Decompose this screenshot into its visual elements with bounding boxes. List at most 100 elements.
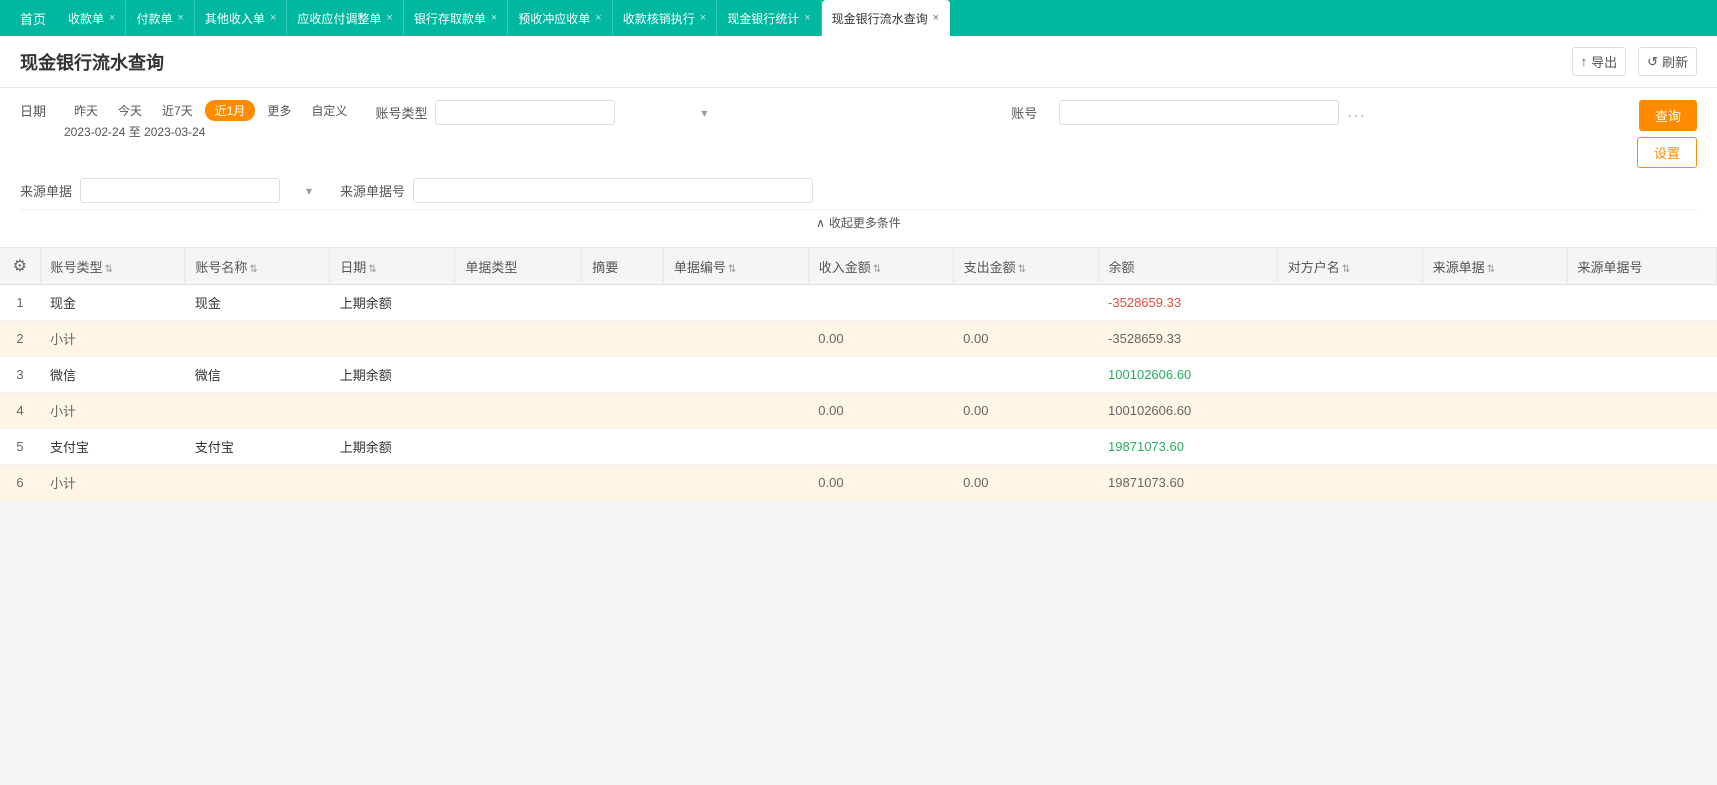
cell-account-name: 现金 bbox=[185, 285, 330, 321]
cell-doc-type bbox=[455, 465, 582, 501]
col-date[interactable]: 日期⇅ bbox=[330, 248, 455, 285]
close-icon[interactable]: × bbox=[109, 12, 115, 24]
export-icon: ↑ bbox=[1581, 54, 1588, 69]
nav-tab-shoukuanhexa[interactable]: 收款核销执行 × bbox=[613, 0, 717, 36]
date-opt-yesterday[interactable]: 昨天 bbox=[66, 100, 106, 121]
cell-date bbox=[330, 393, 455, 429]
nav-tab-yinhang[interactable]: 银行存取款单 × bbox=[404, 0, 508, 36]
cell-doc-type bbox=[455, 285, 582, 321]
date-opt-today[interactable]: 今天 bbox=[110, 100, 150, 121]
date-opt-1month[interactable]: 近1月 bbox=[205, 100, 256, 121]
close-icon[interactable]: × bbox=[177, 12, 183, 24]
col-balance: 余额 bbox=[1098, 248, 1277, 285]
table-row[interactable]: 2 小计 0.00 0.00 -3528659.33 bbox=[0, 321, 1717, 357]
close-icon[interactable]: × bbox=[491, 12, 497, 24]
close-icon[interactable]: × bbox=[595, 12, 601, 24]
cell-balance: 19871073.60 bbox=[1098, 465, 1277, 501]
source-doc-select[interactable] bbox=[80, 178, 280, 203]
cell-expense: 0.00 bbox=[953, 321, 1098, 357]
date-opt-custom[interactable]: 自定义 bbox=[303, 100, 355, 121]
close-icon[interactable]: × bbox=[270, 12, 276, 24]
col-source-doc[interactable]: 来源单据⇅ bbox=[1422, 248, 1567, 285]
cell-source-doc bbox=[1422, 429, 1567, 465]
sort-icon: ⇅ bbox=[249, 264, 257, 275]
close-icon[interactable]: × bbox=[700, 12, 706, 24]
cell-expense bbox=[953, 429, 1098, 465]
close-icon[interactable]: × bbox=[933, 12, 939, 24]
table-row[interactable]: 4 小计 0.00 0.00 100102606.60 bbox=[0, 393, 1717, 429]
table-body: 1 现金 现金 上期余额 -3528659.33 2 小计 0.00 0.00 … bbox=[0, 285, 1717, 501]
refresh-button[interactable]: ↺ 刷新 bbox=[1638, 47, 1697, 76]
filter-section: 日期 昨天 今天 近7天 近1月 更多 自定义 2023-02-24 至 202… bbox=[0, 88, 1717, 248]
sort-icon: ⇅ bbox=[728, 264, 736, 275]
nav-tab-yingshou[interactable]: 应收应付调整单 × bbox=[287, 0, 403, 36]
cell-date: 上期余额 bbox=[330, 357, 455, 393]
col-source-doc-no: 来源单据号 bbox=[1567, 248, 1716, 285]
cell-summary bbox=[582, 321, 664, 357]
nav-tab-qitashouru[interactable]: 其他收入单 × bbox=[195, 0, 287, 36]
cell-expense bbox=[953, 285, 1098, 321]
close-icon[interactable]: × bbox=[386, 12, 392, 24]
col-doc-no[interactable]: 单据编号⇅ bbox=[663, 248, 808, 285]
date-range-display: 2023-02-24 至 2023-03-24 bbox=[64, 123, 355, 140]
cell-counterparty bbox=[1277, 393, 1422, 429]
account-type-label: 账号类型 bbox=[375, 103, 427, 122]
cell-source-doc-no bbox=[1567, 357, 1716, 393]
col-counterparty[interactable]: 对方户名⇅ bbox=[1277, 248, 1422, 285]
account-type-select[interactable] bbox=[435, 100, 615, 125]
account-input[interactable] bbox=[1059, 100, 1339, 125]
cell-source-doc-no bbox=[1567, 393, 1716, 429]
cell-counterparty bbox=[1277, 357, 1422, 393]
cell-income bbox=[808, 429, 953, 465]
nav-tab-xianjintongji[interactable]: 现金银行统计 × bbox=[717, 0, 821, 36]
cell-doc-no bbox=[663, 393, 808, 429]
table-row[interactable]: 5 支付宝 支付宝 上期余额 19871073.60 bbox=[0, 429, 1717, 465]
cell-source-doc bbox=[1422, 285, 1567, 321]
col-income[interactable]: 收入金额⇅ bbox=[808, 248, 953, 285]
cell-account-name bbox=[185, 393, 330, 429]
col-doc-type: 单据类型 bbox=[455, 248, 582, 285]
collapse-bar[interactable]: ∧ 收起更多条件 bbox=[20, 209, 1697, 235]
nav-home[interactable]: 首页 bbox=[8, 9, 58, 28]
date-opt-7days[interactable]: 近7天 bbox=[154, 100, 201, 121]
nav-tab-liushui[interactable]: 现金银行流水查询 × bbox=[822, 0, 950, 36]
cell-doc-no bbox=[663, 321, 808, 357]
cell-source-doc-no bbox=[1567, 429, 1716, 465]
cell-balance: 100102606.60 bbox=[1098, 393, 1277, 429]
cell-summary bbox=[582, 465, 664, 501]
col-account-name[interactable]: 账号名称⇅ bbox=[185, 248, 330, 285]
settings-button[interactable]: 设置 bbox=[1637, 137, 1697, 168]
cell-source-doc-no bbox=[1567, 285, 1716, 321]
col-gear[interactable]: ⚙ bbox=[0, 248, 40, 285]
gear-icon[interactable]: ⚙ bbox=[13, 258, 27, 275]
cell-source-doc bbox=[1422, 357, 1567, 393]
account-label: 账号 bbox=[1011, 103, 1051, 122]
export-button[interactable]: ↑ 导出 bbox=[1572, 47, 1627, 76]
cell-summary bbox=[582, 357, 664, 393]
cell-doc-no bbox=[663, 285, 808, 321]
table-row[interactable]: 3 微信 微信 上期余额 100102606.60 bbox=[0, 357, 1717, 393]
query-button[interactable]: 查询 bbox=[1639, 100, 1697, 131]
date-opt-more[interactable]: 更多 bbox=[259, 100, 299, 121]
cell-expense: 0.00 bbox=[953, 393, 1098, 429]
table-row[interactable]: 6 小计 0.00 0.00 19871073.60 bbox=[0, 465, 1717, 501]
sort-icon: ⇅ bbox=[1487, 264, 1495, 275]
col-account-type[interactable]: 账号类型⇅ bbox=[40, 248, 185, 285]
account-ellipsis[interactable]: ... bbox=[1347, 104, 1366, 122]
cell-balance: 19871073.60 bbox=[1098, 429, 1277, 465]
nav-tab-shoukuandan[interactable]: 收款单 × bbox=[58, 0, 126, 36]
table-container: ⚙ 账号类型⇅ 账号名称⇅ 日期⇅ 单据类型 摘要 单据编号⇅ 收入金额⇅ bbox=[0, 248, 1717, 501]
collapse-label: 收起更多条件 bbox=[829, 214, 901, 231]
cell-account-name bbox=[185, 321, 330, 357]
header-actions: ↑ 导出 ↺ 刷新 bbox=[1572, 47, 1697, 76]
close-icon[interactable]: × bbox=[804, 12, 810, 24]
cell-source-doc bbox=[1422, 321, 1567, 357]
nav-tab-yushou[interactable]: 预收冲应收单 × bbox=[508, 0, 612, 36]
table-row[interactable]: 1 现金 现金 上期余额 -3528659.33 bbox=[0, 285, 1717, 321]
source-doc-id-input[interactable] bbox=[413, 178, 813, 203]
nav-tab-fukuandan[interactable]: 付款单 × bbox=[126, 0, 194, 36]
cell-date: 上期余额 bbox=[330, 285, 455, 321]
cell-account-type: 现金 bbox=[40, 285, 185, 321]
col-expense[interactable]: 支出金额⇅ bbox=[953, 248, 1098, 285]
sort-icon: ⇅ bbox=[1018, 264, 1026, 275]
